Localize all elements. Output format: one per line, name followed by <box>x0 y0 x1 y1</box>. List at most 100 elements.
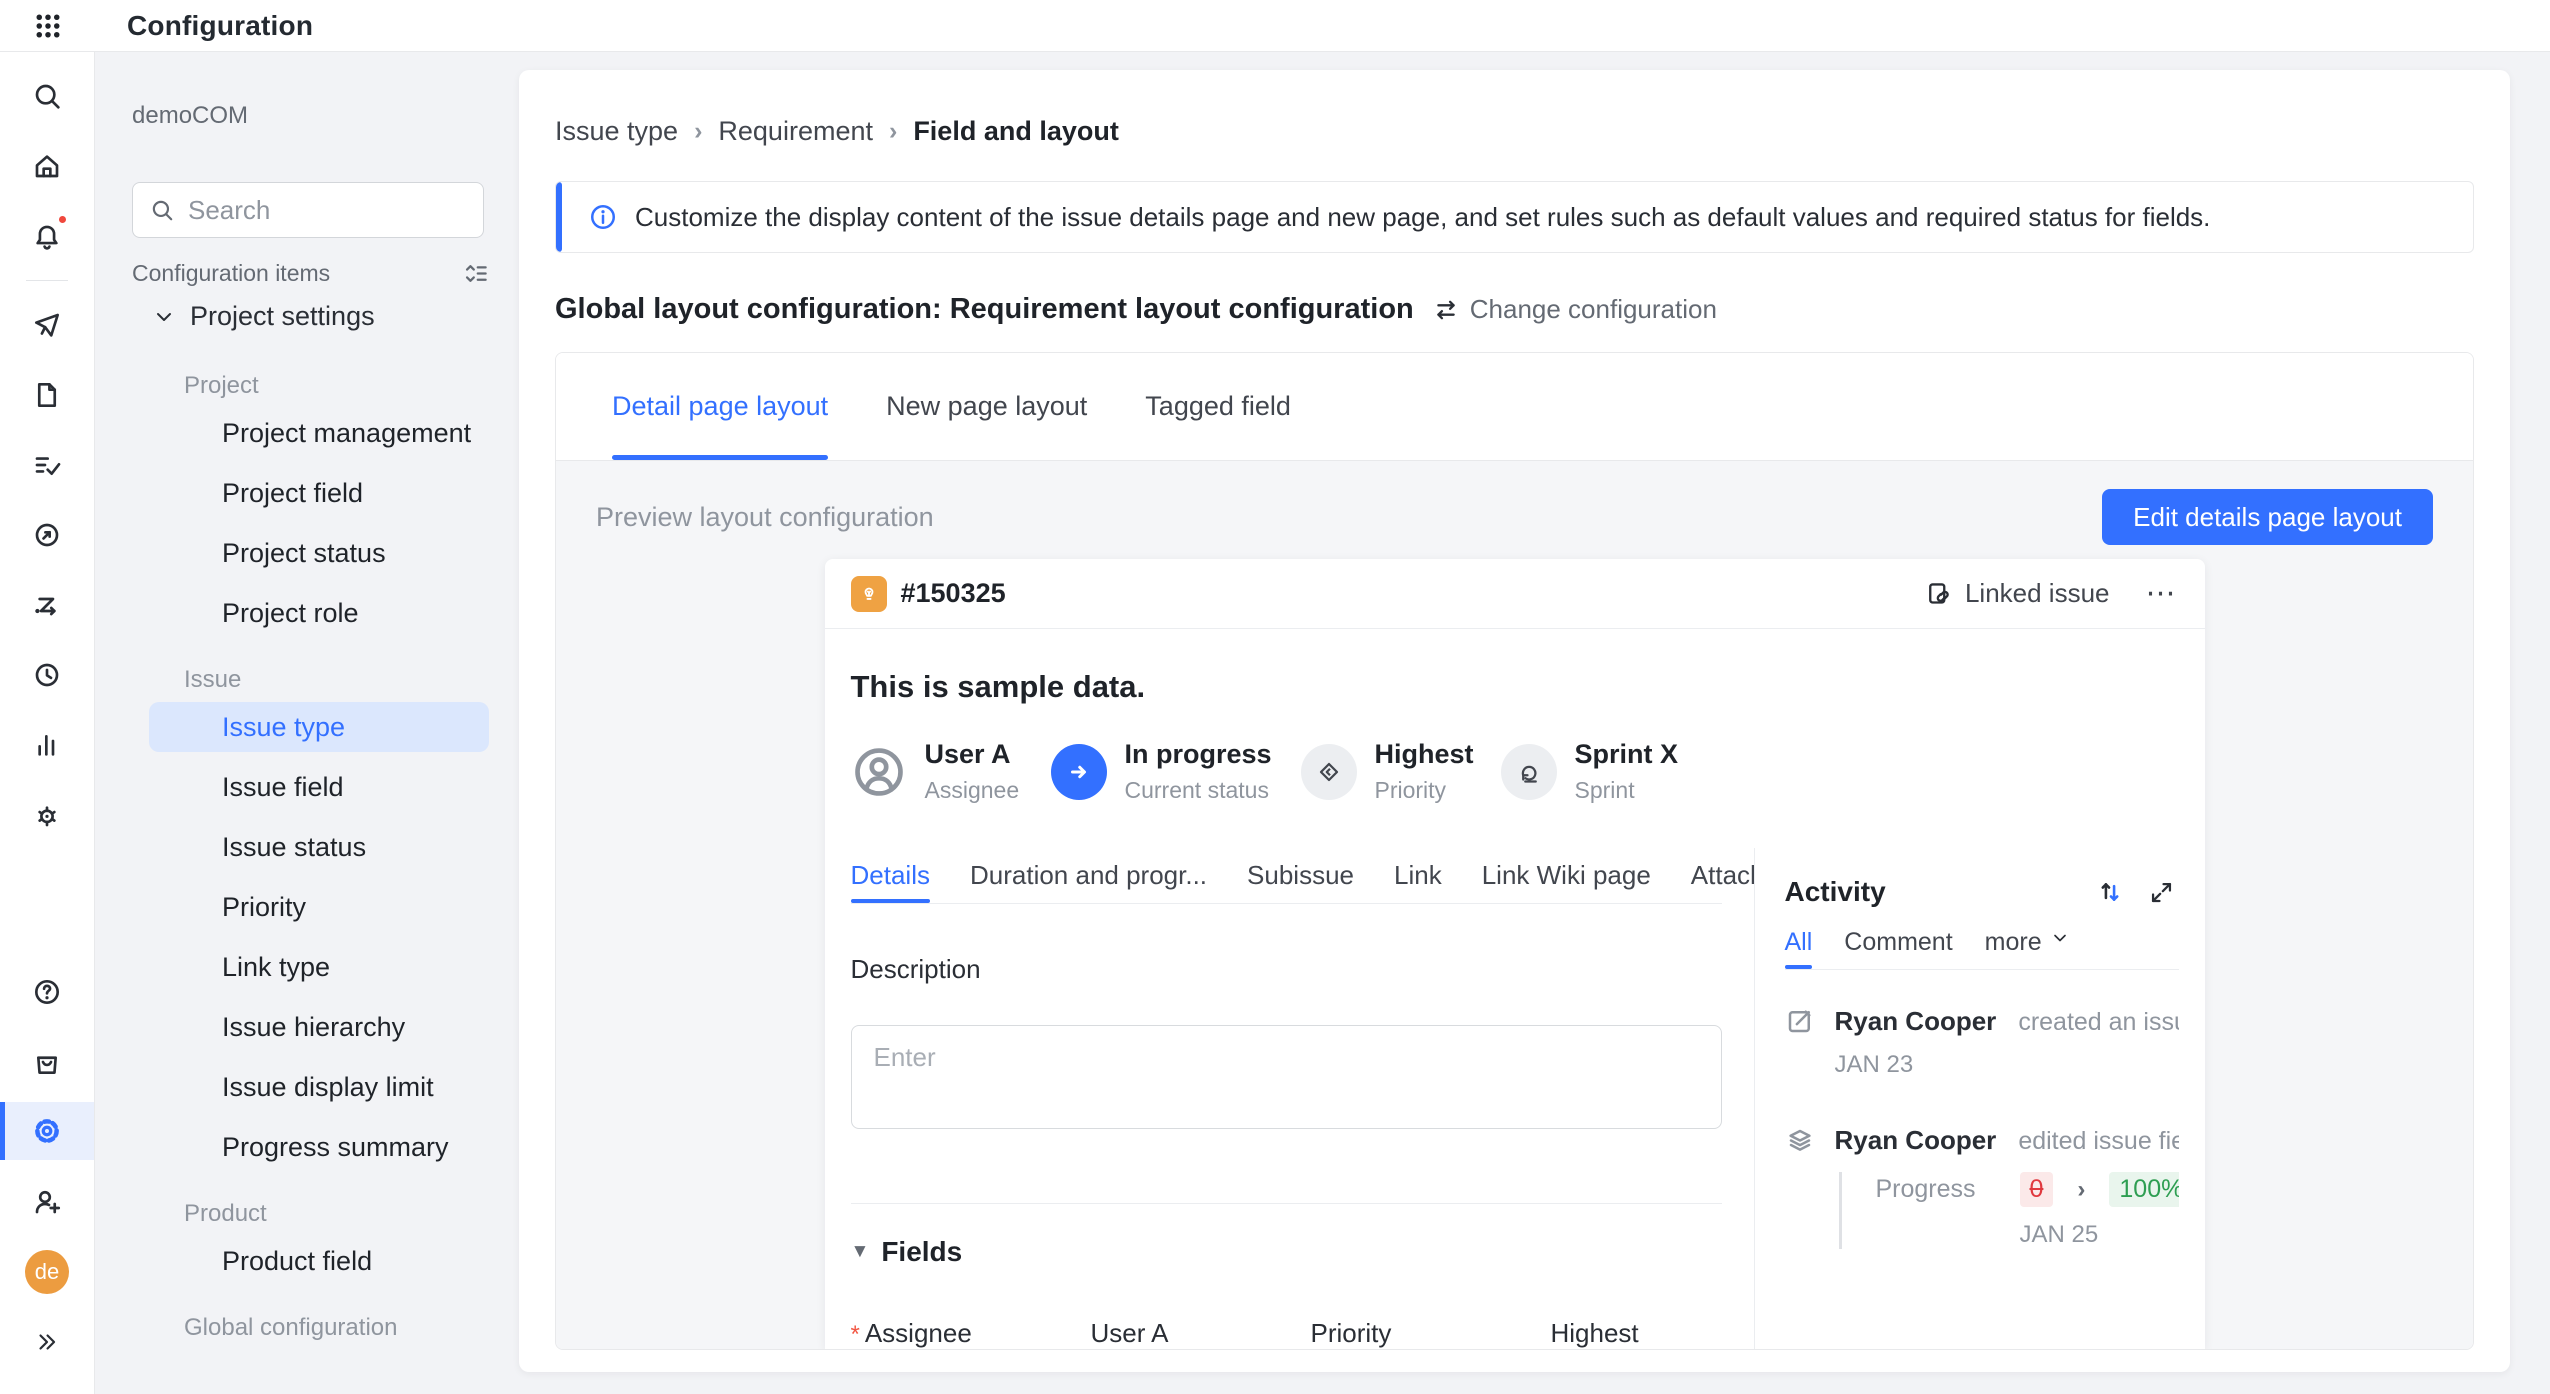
tab-link-wiki-page[interactable]: Link Wiki page <box>1482 848 1651 903</box>
search-input[interactable]: Search <box>132 182 484 238</box>
notification-dot <box>57 214 68 225</box>
sort-list-icon[interactable] <box>462 260 489 287</box>
created-issue-icon <box>1785 1006 1815 1079</box>
activity-tabs: All Comment more <box>1784 928 2179 970</box>
tab-new-page-layout[interactable]: New page layout <box>886 353 1087 460</box>
summary-field-sprint[interactable]: Sprint X Sprint <box>1500 739 1678 804</box>
clock-icon[interactable] <box>17 645 77 705</box>
sidebar-item-issue-status[interactable]: Issue status <box>149 822 489 872</box>
breadcrumb-current: Field and layout <box>913 116 1119 146</box>
notifications-bell-icon[interactable] <box>17 206 77 266</box>
sidebar-item-link-type[interactable]: Link type <box>149 942 489 992</box>
section-divider <box>850 1203 1722 1204</box>
activity-user[interactable]: Ryan Cooper <box>1835 1125 1997 1156</box>
bar-chart-icon[interactable] <box>17 715 77 775</box>
tab-subissue[interactable]: Subissue <box>1247 848 1354 903</box>
field-value-priority[interactable]: Highest <box>1551 1318 1639 1349</box>
expand-rail-icon[interactable] <box>17 1312 77 1372</box>
configuration-items-label: Configuration items <box>132 260 331 286</box>
tab-all[interactable]: All <box>1784 928 1812 969</box>
field-label-priority: Priority <box>1310 1318 1392 1348</box>
target-icon[interactable] <box>17 505 77 565</box>
field-value-assignee[interactable]: User A <box>1091 1318 1311 1349</box>
more-actions-icon[interactable]: ⋯ <box>2146 578 2179 609</box>
breadcrumb-issue-type[interactable]: Issue type <box>555 116 678 147</box>
activity-action: edited issue field <box>2018 1127 2178 1155</box>
config-sidebar: demoCOM Search Configuration items Proje… <box>95 52 519 1394</box>
description-label: Description <box>850 954 981 984</box>
page-title: Configuration <box>127 9 314 41</box>
sprint-workflow-icon[interactable] <box>17 575 77 635</box>
task-checklist-icon[interactable] <box>17 435 77 495</box>
top-bar: Configuration <box>0 0 2550 52</box>
expand-activity-icon[interactable] <box>2148 879 2175 906</box>
description-input[interactable]: Enter <box>850 1025 1722 1129</box>
breadcrumb-separator-icon: › <box>694 117 703 145</box>
sidebar-item-issue-type[interactable]: Issue type <box>149 702 489 752</box>
required-marker: * <box>850 1321 860 1348</box>
sidebar-group-global-configuration: Global configuration <box>184 1314 398 1341</box>
fields-section-header[interactable]: ▼ Fields <box>851 1236 1722 1268</box>
sidebar-group-issue: Issue <box>184 666 242 693</box>
info-banner: Customize the display content of the iss… <box>555 181 2474 253</box>
document-icon[interactable] <box>17 365 77 425</box>
fields-row: * Assignee User A Priority Highest <box>851 1318 1722 1349</box>
preview-area: Preview layout configuration Edit detail… <box>556 461 2473 1349</box>
sidebar-item-product-field[interactable]: Product field <box>149 1236 489 1286</box>
assignee-avatar-icon <box>851 744 907 800</box>
change-arrow-icon: › <box>2077 1175 2086 1203</box>
breadcrumb-requirement[interactable]: Requirement <box>718 116 873 147</box>
tab-duration-progress[interactable]: Duration and progr... <box>970 848 1207 903</box>
search-icon[interactable] <box>17 66 77 126</box>
sidebar-item-project-management[interactable]: Project management <box>149 408 489 458</box>
field-change-detail: Progress 0 › 100% JAN 25 <box>1838 1172 2179 1249</box>
summary-field-priority[interactable]: Highest Priority <box>1300 739 1501 804</box>
layout-configuration-heading: Global layout configuration: Requirement… <box>555 293 1414 325</box>
project-plane-icon[interactable] <box>17 295 77 355</box>
sidebar-item-priority[interactable]: Priority <box>149 882 489 932</box>
preview-label: Preview layout configuration <box>596 501 934 532</box>
linked-issue-button[interactable]: Linked issue <box>1925 578 2110 609</box>
app-grid-icon[interactable] <box>33 11 63 41</box>
tab-more[interactable]: more <box>1985 928 2070 969</box>
shopping-bag-icon[interactable] <box>17 1032 77 1092</box>
settings-gear-icon[interactable] <box>0 1102 94 1160</box>
sidebar-item-project-settings[interactable]: Project settings <box>132 301 489 332</box>
issue-type-badge-icon <box>850 575 887 612</box>
issue-title: This is sample data. <box>850 669 1146 704</box>
sort-order-icon[interactable] <box>2096 878 2124 906</box>
chevron-down-icon <box>152 305 176 329</box>
tab-tagged-field[interactable]: Tagged field <box>1145 353 1291 460</box>
breadcrumb-separator-icon: › <box>888 117 898 145</box>
summary-field-assignee[interactable]: User A Assignee <box>851 739 1051 804</box>
tab-link[interactable]: Link <box>1394 848 1442 903</box>
sidebar-group-product: Product <box>184 1200 267 1227</box>
sidebar-item-issue-display-limit[interactable]: Issue display limit <box>149 1062 489 1112</box>
sidebar-item-project-field[interactable]: Project field <box>149 468 489 518</box>
sidebar-item-project-status[interactable]: Project status <box>149 528 489 578</box>
avatar[interactable]: de <box>17 1242 77 1302</box>
sidebar-item-project-role[interactable]: Project role <box>149 588 489 638</box>
sidebar-item-issue-field[interactable]: Issue field <box>149 762 489 812</box>
priority-diamond-icon <box>1300 743 1357 800</box>
change-configuration-link[interactable]: Change configuration <box>1432 294 1717 325</box>
home-icon[interactable] <box>17 136 77 196</box>
help-icon[interactable] <box>17 962 77 1022</box>
activity-user[interactable]: Ryan Cooper <box>1835 1006 1997 1037</box>
tab-details[interactable]: Details <box>850 848 931 903</box>
new-value-badge: 100% <box>2109 1172 2179 1207</box>
test-gear-icon[interactable] <box>17 785 77 845</box>
sidebar-item-issue-hierarchy[interactable]: Issue hierarchy <box>149 1002 489 1052</box>
summary-field-status[interactable]: In progress Current status <box>1050 739 1301 804</box>
add-member-icon[interactable] <box>17 1172 77 1232</box>
breadcrumb: Issue type › Requirement › Field and lay… <box>555 70 2474 147</box>
issue-preview-card: #150325 Linked issue ⋯ This is sample da… <box>824 559 2205 1349</box>
collapse-triangle-icon: ▼ <box>850 1241 870 1262</box>
tab-attachment[interactable]: Attachment <box>1691 848 1754 903</box>
description-placeholder: Enter <box>873 1042 936 1072</box>
sidebar-item-progress-summary[interactable]: Progress summary <box>149 1122 489 1172</box>
tab-comment[interactable]: Comment <box>1844 928 1952 969</box>
edit-details-page-layout-button[interactable]: Edit details page layout <box>2102 489 2433 545</box>
search-placeholder: Search <box>188 194 271 225</box>
tab-detail-page-layout[interactable]: Detail page layout <box>612 353 829 460</box>
